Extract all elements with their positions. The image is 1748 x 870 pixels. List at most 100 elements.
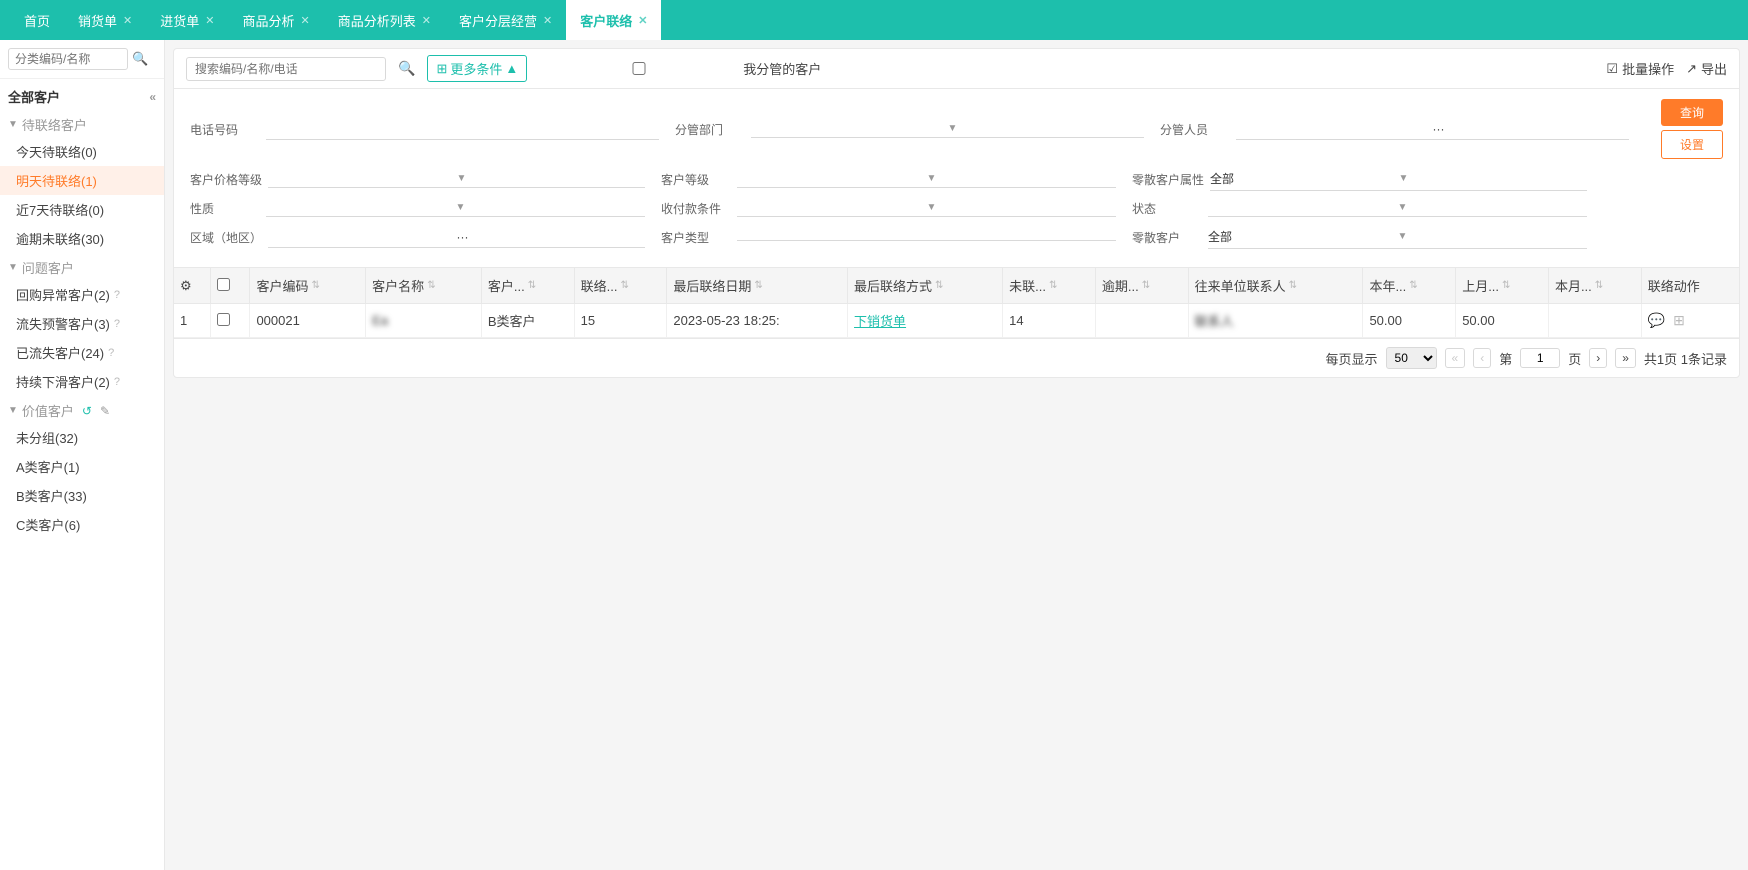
filter-department: 分管部门 ▼ — [675, 120, 1144, 138]
close-purchase-order-icon[interactable]: ✕ — [205, 14, 214, 27]
sidebar-item-ungrouped[interactable]: 未分组(32) — [0, 423, 164, 452]
edit-groups-icon[interactable]: ✎ — [100, 404, 110, 418]
close-product-analysis-list-icon[interactable]: ✕ — [422, 14, 431, 27]
th-name[interactable]: 客户名称 ⇅ — [366, 268, 482, 304]
sidebar-item-tomorrow[interactable]: 明天待联络(1) — [0, 166, 164, 195]
my-customers-checkbox-area[interactable]: 我分管的客户 — [539, 59, 821, 78]
my-customers-checkbox[interactable] — [539, 62, 739, 75]
th-contact[interactable]: 联络... ⇅ — [574, 268, 667, 304]
sidebar-search-icon[interactable]: 🔍 — [132, 51, 148, 67]
filter-retail-attr-value: 全部 — [1210, 170, 1399, 187]
sidebar-item-churned[interactable]: 已流失客户(24) ? — [0, 338, 164, 367]
main-layout: 🔍 全部客户 « ▼ 待联络客户 今天待联络(0) 明天待联络(1) 近7天待联… — [0, 40, 1748, 870]
contact-action-icon[interactable]: 💬 — [1648, 312, 1665, 329]
filter-gender-select[interactable]: ▼ — [266, 199, 645, 217]
th-overdue[interactable]: 逾期... ⇅ — [1095, 268, 1188, 304]
row-this-year: 50.00 — [1369, 313, 1402, 328]
filter-customer-type-select[interactable] — [737, 234, 1116, 241]
th-this-year-label: 本年... — [1369, 276, 1406, 295]
page-size-select[interactable]: 50 10 20 100 — [1386, 347, 1437, 369]
sidebar-item-week7[interactable]: 近7天待联络(0) — [0, 195, 164, 224]
row-last-contact-date: 2023-05-23 18:25: — [673, 313, 779, 328]
td-last-contact-method[interactable]: 下销货单 — [848, 304, 1003, 338]
query-button[interactable]: 查询 — [1661, 99, 1723, 126]
sidebar-item-lost-warning[interactable]: 流失预警客户(3) ? — [0, 309, 164, 338]
close-customer-segment-icon[interactable]: ✕ — [543, 14, 552, 27]
filter-dept-select[interactable]: ▼ — [751, 120, 1144, 138]
row-action-icons: 💬 ⊞ — [1648, 312, 1733, 329]
sidebar-search-input[interactable] — [8, 48, 128, 70]
refresh-icon[interactable]: ↺ — [82, 404, 92, 418]
search-button[interactable]: 🔍 — [398, 60, 415, 77]
export-button[interactable]: ↗ 导出 — [1686, 59, 1727, 78]
sidebar-item-class-b[interactable]: B类客户(33) — [0, 481, 164, 510]
sidebar-item-today[interactable]: 今天待联络(0) — [0, 137, 164, 166]
first-page-button[interactable]: « — [1445, 348, 1466, 368]
search-input[interactable] — [186, 57, 386, 81]
reset-button[interactable]: 设置 — [1661, 130, 1723, 159]
prev-page-button[interactable]: ‹ — [1473, 348, 1491, 368]
th-unit-contact[interactable]: 往来单位联系人 ⇅ — [1188, 268, 1363, 304]
sidebar-item-class-c[interactable]: C类客户(6) — [0, 510, 164, 539]
filter-price-level-select[interactable]: ▼ — [268, 170, 645, 188]
th-type[interactable]: 客户... ⇅ — [481, 268, 574, 304]
td-checkbox[interactable] — [211, 304, 250, 338]
filter-manager-more[interactable]: ··· — [1433, 122, 1630, 136]
row-last-contact-method[interactable]: 下销货单 — [854, 314, 906, 329]
group-pending-contact[interactable]: ▼ 待联络客户 — [0, 110, 164, 137]
filter-retail-attr-select[interactable]: 全部 ▼ — [1210, 167, 1587, 191]
th-this-month[interactable]: 本月... ⇅ — [1548, 268, 1641, 304]
th-this-year[interactable]: 本年... ⇅ — [1363, 268, 1456, 304]
batch-op-button[interactable]: ☑ 批量操作 — [1606, 59, 1674, 78]
hint-lost-warning-icon: ? — [114, 318, 120, 330]
close-sales-order-icon[interactable]: ✕ — [123, 14, 132, 27]
filter-manager-select[interactable]: ··· — [1236, 119, 1629, 140]
sidebar-item-overdue[interactable]: 逾期未联络(30) — [0, 224, 164, 253]
row-checkbox[interactable] — [217, 313, 230, 326]
th-last-contact-date[interactable]: 最后联络日期 ⇅ — [667, 268, 848, 304]
filter-row-4: 区域（地区） ··· 客户类型 零散客户 全部 ▼ — [190, 225, 1723, 249]
nav-sales-order[interactable]: 销货单 ✕ — [64, 0, 146, 40]
nav-home[interactable]: 首页 — [10, 0, 64, 40]
close-customer-contact-icon[interactable]: ✕ — [638, 14, 647, 27]
filter-region-more[interactable]: ··· — [457, 230, 646, 244]
nav-product-analysis[interactable]: 商品分析 ✕ — [228, 0, 323, 40]
th-code[interactable]: 客户编码 ⇅ — [250, 268, 366, 304]
filter-retail-customer-select[interactable]: 全部 ▼ — [1208, 225, 1587, 249]
more-action-icon[interactable]: ⊞ — [1673, 312, 1685, 329]
select-all-checkbox[interactable] — [217, 278, 230, 291]
nav-product-analysis-list[interactable]: 商品分析列表 ✕ — [324, 0, 445, 40]
nav-purchase-order[interactable]: 进货单 ✕ — [146, 0, 228, 40]
next-page-button[interactable]: › — [1589, 348, 1607, 368]
th-settings[interactable]: ⚙ — [174, 268, 211, 304]
th-last-month[interactable]: 上月... ⇅ — [1456, 268, 1549, 304]
th-action: 联络动作 — [1641, 268, 1739, 304]
filter-region-select[interactable]: ··· — [268, 227, 645, 248]
close-product-analysis-icon[interactable]: ✕ — [301, 14, 310, 27]
filter-retail-customer: 零散客户 全部 ▼ — [1132, 225, 1587, 249]
filter-status-select[interactable]: ▼ — [1208, 199, 1587, 217]
th-code-label: 客户编码 — [256, 276, 308, 295]
all-customers-title[interactable]: 全部客户 « — [0, 79, 164, 110]
th-not-contacted[interactable]: 未联... ⇅ — [1003, 268, 1096, 304]
filter-customer-level-select[interactable]: ▼ — [737, 170, 1116, 188]
td-code[interactable]: 000021 — [250, 304, 366, 338]
sidebar-item-today-label: 今天待联络(0) — [16, 142, 97, 161]
sidebar-item-repurchase-abnormal[interactable]: 回购异常客户(2) ? — [0, 280, 164, 309]
sidebar-item-declining[interactable]: 持续下滑客户(2) ? — [0, 367, 164, 396]
filter-phone-input[interactable] — [266, 119, 659, 140]
td-action: 💬 ⊞ — [1641, 304, 1739, 338]
td-name[interactable]: Ea — [366, 304, 482, 338]
group-problem-customers[interactable]: ▼ 问题客户 — [0, 253, 164, 280]
collapse-icon[interactable]: « — [149, 90, 156, 104]
sidebar-item-class-a[interactable]: A类客户(1) — [0, 452, 164, 481]
more-conditions-button[interactable]: ⊞ 更多条件 ▲ — [427, 55, 527, 82]
nav-customer-contact[interactable]: 客户联络 ✕ — [566, 0, 661, 40]
page-number-input[interactable] — [1520, 348, 1560, 368]
nav-customer-segment[interactable]: 客户分层经营 ✕ — [445, 0, 566, 40]
th-last-contact-method[interactable]: 最后联络方式 ⇅ — [848, 268, 1003, 304]
last-page-button[interactable]: » — [1615, 348, 1636, 368]
group-value-customers[interactable]: ▼ 价值客户 ↺ ✎ — [0, 396, 164, 423]
filter-payment-select[interactable]: ▼ — [737, 199, 1116, 217]
settings-icon[interactable]: ⚙ — [180, 278, 192, 293]
